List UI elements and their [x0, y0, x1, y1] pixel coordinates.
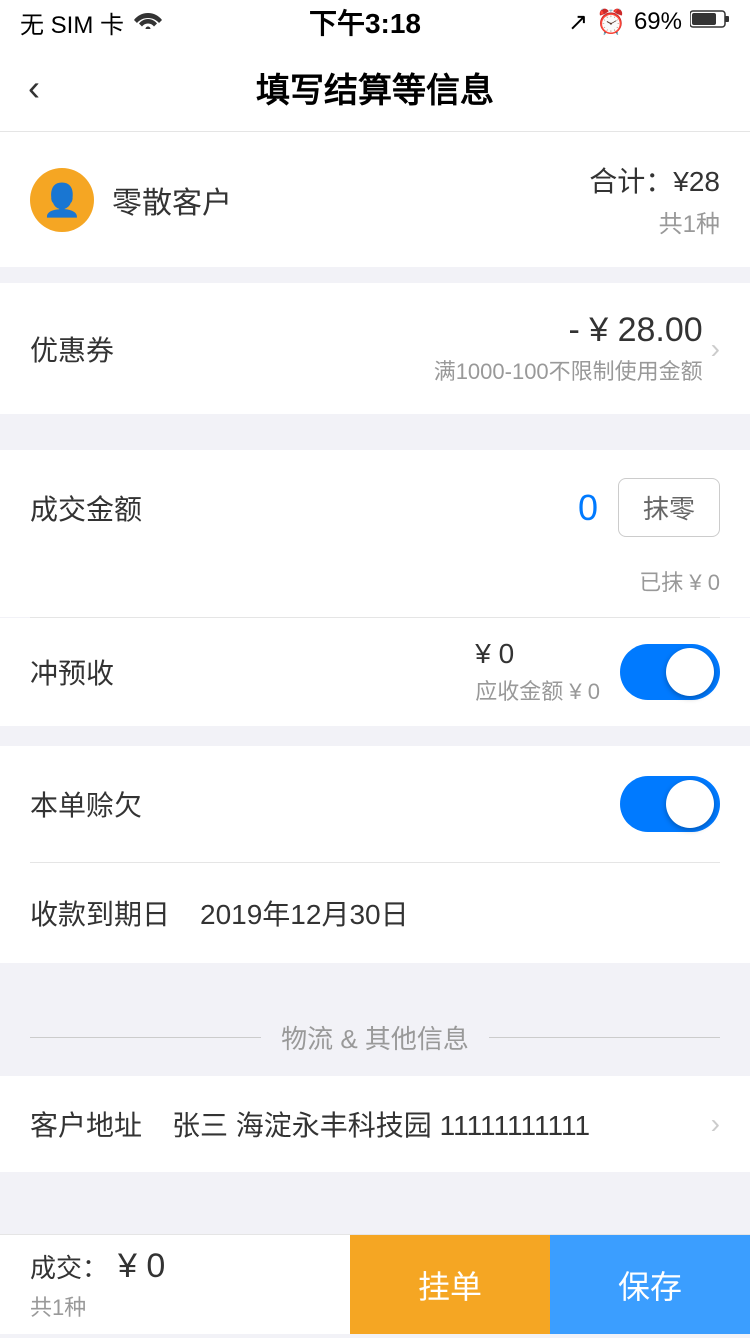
hold-button[interactable]: 挂单	[350, 1235, 550, 1334]
back-button[interactable]: ‹	[28, 67, 40, 109]
chong-main: 冲预收 ¥ 0 应收金额 ¥ 0	[30, 638, 720, 706]
coupon-row[interactable]: 优惠券 - ¥ 28.00 满1000-100不限制使用金额 ›	[0, 283, 750, 414]
battery-icon	[690, 8, 730, 36]
logistics-section: 物流 & 其他信息	[0, 999, 750, 1076]
logistics-text: 物流 & 其他信息	[281, 1019, 469, 1056]
chong-label: 冲预收	[30, 652, 114, 692]
debt-row: 本单赊欠	[0, 746, 750, 862]
address-card: 客户地址 张三 海淀永丰科技园 11111111111 ›	[0, 1076, 750, 1172]
customer-count: 共1种	[589, 204, 720, 239]
save-button[interactable]: 保存	[550, 1235, 750, 1334]
coupon-desc: 满1000-100不限制使用金额	[434, 354, 703, 386]
coupon-right: - ¥ 28.00 满1000-100不限制使用金额 ›	[434, 311, 720, 386]
address-row[interactable]: 客户地址 张三 海淀永丰科技园 11111111111 ›	[0, 1076, 750, 1172]
customer-total: 合计：¥28	[589, 160, 720, 200]
due-date-row: 收款到期日 2019年12月30日	[0, 863, 750, 963]
transaction-card: 成交金额 0 抹零 已抹 ¥ 0 冲预收 ¥ 0 应收金额 ¥ 0	[0, 450, 750, 726]
alarm-icon: ⏰	[596, 8, 626, 37]
debt-label: 本单赊欠	[30, 784, 142, 824]
customer-row: 👤 零散客户 合计：¥28 共1种	[0, 132, 750, 267]
customer-right: 合计：¥28 共1种	[589, 160, 720, 239]
location-icon: ↗	[568, 8, 588, 37]
due-date-label: 收款到期日	[30, 893, 170, 933]
customer-name: 零散客户	[112, 178, 232, 222]
wifi-icon	[134, 8, 162, 36]
status-left: 无 SIM 卡	[20, 5, 162, 40]
due-date-value: 2019年12月30日	[200, 893, 409, 933]
bottom-summary: 成交： ¥ 0 共1种	[0, 1235, 350, 1334]
debt-toggle-knob	[666, 780, 714, 828]
coupon-amount: - ¥ 28.00	[434, 311, 703, 350]
section-gap-2	[0, 726, 750, 746]
chong-toggle[interactable]	[620, 644, 720, 700]
logistics-header: 物流 & 其他信息	[30, 1019, 720, 1056]
status-time: 下午3:18	[309, 2, 421, 42]
nav-title: 填写结算等信息	[256, 63, 494, 112]
logistics-line-right	[489, 1037, 720, 1038]
address-label: 客户地址	[30, 1104, 142, 1144]
no-sim-text: 无 SIM 卡	[20, 5, 124, 40]
already-rounded-text: 已抹 ¥ 0	[639, 570, 720, 595]
bottom-summary-main: 成交： ¥ 0	[30, 1247, 320, 1286]
round-zero-button[interactable]: 抹零	[618, 478, 720, 537]
debt-toggle[interactable]	[620, 776, 720, 832]
chong-sub-text: 应收金额 ¥ 0	[475, 674, 600, 706]
coupon-card: 优惠券 - ¥ 28.00 满1000-100不限制使用金额 ›	[0, 283, 750, 414]
bottom-summary-label: 成交：	[30, 1248, 108, 1285]
customer-left: 👤 零散客户	[30, 168, 232, 232]
section-gap-3	[0, 979, 750, 999]
address-value: 张三 海淀永丰科技园 11111111111	[172, 1104, 711, 1144]
amount-label: 成交金额	[30, 488, 142, 528]
customer-card: 👤 零散客户 合计：¥28 共1种	[0, 132, 750, 267]
bottom-summary-amount: ¥ 0	[118, 1247, 165, 1286]
status-right: ↗ ⏰ 69%	[568, 8, 730, 37]
amount-sub-row: 已抹 ¥ 0	[0, 565, 750, 617]
address-chevron-icon: ›	[711, 1108, 720, 1140]
bottom-bar: 成交： ¥ 0 共1种 挂单 保存	[0, 1234, 750, 1334]
status-bar: 无 SIM 卡 下午3:18 ↗ ⏰ 69%	[0, 0, 750, 44]
coupon-value-block: - ¥ 28.00 满1000-100不限制使用金额	[434, 311, 703, 386]
nav-bar: ‹ 填写结算等信息	[0, 44, 750, 132]
debt-card: 本单赊欠 收款到期日 2019年12月30日	[0, 746, 750, 963]
amount-value[interactable]: 0	[538, 487, 598, 529]
battery-text: 69%	[634, 8, 682, 36]
avatar-icon: 👤	[42, 181, 82, 219]
toggle-knob	[666, 648, 714, 696]
logistics-line-left	[30, 1037, 261, 1038]
chong-right: ¥ 0 应收金额 ¥ 0	[475, 638, 720, 706]
section-gap-1	[0, 430, 750, 450]
chong-row: 冲预收 ¥ 0 应收金额 ¥ 0	[0, 618, 750, 726]
chong-amount-block: ¥ 0 应收金额 ¥ 0	[475, 638, 600, 706]
amount-right: 0 抹零	[538, 478, 720, 537]
amount-row: 成交金额 0 抹零	[0, 450, 750, 565]
coupon-chevron-icon: ›	[711, 333, 720, 365]
customer-avatar: 👤	[30, 168, 94, 232]
bottom-summary-count: 共1种	[30, 1290, 320, 1322]
chong-amount-value: ¥ 0	[475, 638, 600, 670]
coupon-label: 优惠券	[30, 329, 114, 369]
